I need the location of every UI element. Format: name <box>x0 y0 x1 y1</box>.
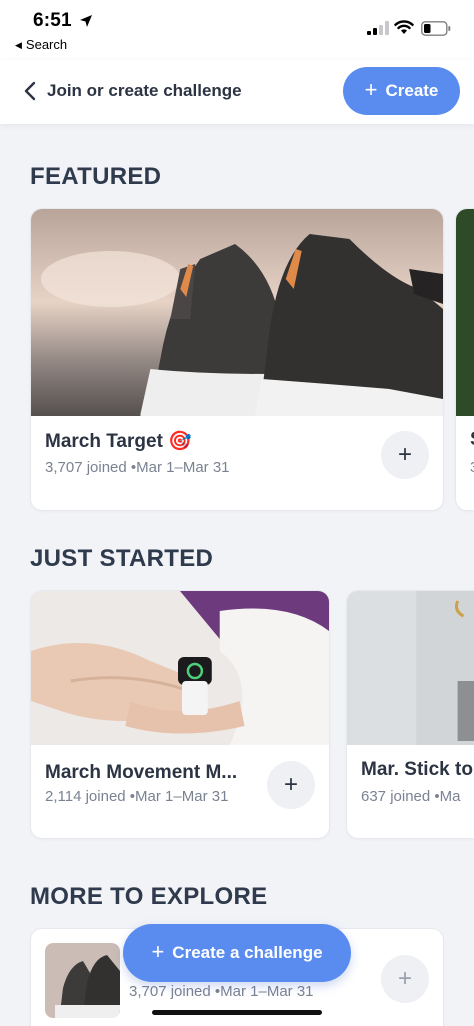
location-arrow-icon <box>80 15 92 27</box>
battery-icon <box>421 21 451 36</box>
plus-icon: + <box>397 965 412 992</box>
create-challenge-fab[interactable]: + Create a challenge <box>123 924 351 982</box>
status-bar: 6:51 ◀ Search <box>0 0 474 60</box>
card-title: March Movement M... <box>45 762 238 783</box>
card-title: March Target 🎯 <box>45 431 192 452</box>
card-meta: 3 <box>470 459 474 476</box>
plus-icon: + <box>151 939 165 964</box>
status-time: 6:51 <box>33 10 72 31</box>
page-title: Join or create challenge <box>47 81 242 100</box>
card-title: Mar. Stick to <box>361 759 473 780</box>
challenge-card-march-movement[interactable]: March Movement M... 2,114 joined •Mar 1–… <box>30 590 330 839</box>
back-button[interactable] <box>16 76 44 106</box>
back-to-search-link[interactable]: ◀ Search <box>15 37 67 52</box>
create-challenge-label: Create a challenge <box>172 943 323 962</box>
home-indicator <box>152 1010 322 1015</box>
create-button-label: Create <box>385 81 439 100</box>
challenge-image <box>456 209 474 416</box>
section-title-featured: FEATURED <box>30 163 162 190</box>
section-title-more-to-explore: MORE TO EXPLORE <box>30 883 268 910</box>
cellular-signal-icon <box>367 21 389 35</box>
card-meta: 3,707 joined •Mar 1–Mar 31 <box>129 983 314 1000</box>
card-meta: 2,114 joined •Mar 1–Mar 31 <box>45 788 229 805</box>
trophy-image <box>347 591 474 745</box>
chevron-left-icon <box>24 81 36 101</box>
card-meta: 3,707 joined •Mar 1–Mar 31 <box>45 459 230 476</box>
join-challenge-button[interactable]: + <box>381 431 429 479</box>
section-title-just-started: JUST STARTED <box>30 545 214 572</box>
join-challenge-button[interactable]: + <box>381 955 429 1003</box>
smartwatch-image <box>31 591 329 745</box>
card-title: S <box>470 429 474 451</box>
create-button[interactable]: + Create <box>343 67 460 115</box>
plus-icon: + <box>397 441 412 468</box>
challenge-card-featured-2[interactable]: S 3 <box>455 208 474 511</box>
nav-bar: Join or create challenge + Create <box>0 60 474 124</box>
challenge-card-mar-stick-to[interactable]: Mar. Stick to 637 joined •Ma <box>346 590 474 839</box>
running-shoes-image <box>31 209 443 416</box>
join-challenge-button[interactable]: + <box>267 761 315 809</box>
plus-icon: + <box>283 771 298 798</box>
card-meta: 637 joined •Ma <box>361 788 461 805</box>
back-to-label: Search <box>25 37 68 52</box>
wifi-icon <box>394 20 414 34</box>
running-shoes-thumbnail <box>45 943 120 1018</box>
page: 6:51 ◀ Search Join or create challenge +… <box>0 0 474 1026</box>
back-triangle-icon: ◀ <box>15 40 22 50</box>
plus-icon: + <box>364 77 378 102</box>
challenge-card-march-target[interactable]: March Target 🎯 3,707 joined •Mar 1–Mar 3… <box>30 208 444 511</box>
